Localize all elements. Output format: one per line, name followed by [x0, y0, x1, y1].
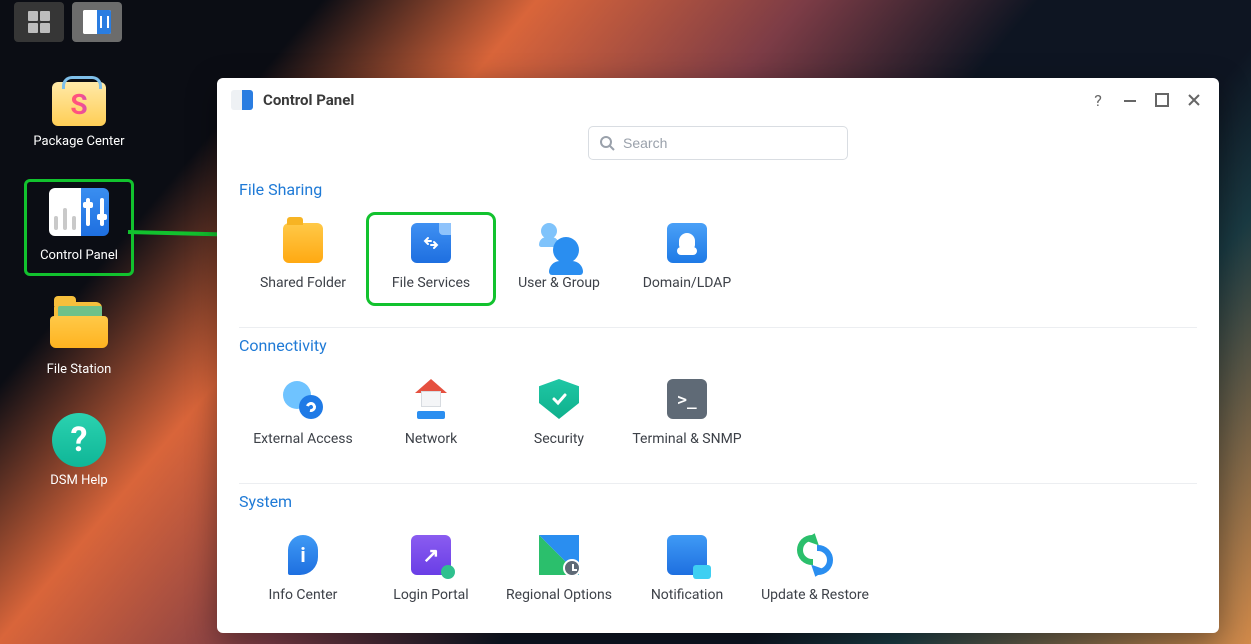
- tile-login-portal[interactable]: Login Portal: [367, 525, 495, 617]
- tile-label: Terminal & SNMP: [632, 431, 741, 447]
- minimize-button[interactable]: [1119, 89, 1141, 111]
- tile-file-services[interactable]: File Services: [367, 213, 495, 305]
- close-button[interactable]: [1183, 89, 1205, 111]
- window-titlebar: Control Panel ?: [217, 78, 1219, 122]
- tile-regional-options[interactable]: Regional Options: [495, 525, 623, 617]
- control-panel-icon: [83, 10, 111, 34]
- taskbar: [14, 2, 122, 42]
- section-heading-system: System: [239, 492, 1197, 511]
- desktop-icon-label: Package Center: [24, 134, 134, 151]
- tile-label: Shared Folder: [260, 275, 346, 291]
- login-portal-icon: [411, 535, 451, 575]
- desktop-icons: S Package Center Control Panel File Stat…: [24, 68, 134, 518]
- security-shield-icon: [539, 379, 579, 419]
- search-input[interactable]: [623, 135, 837, 151]
- section-grid-file-sharing: Shared Folder File Services User & Group…: [239, 201, 1197, 305]
- control-panel-icon: [49, 188, 109, 240]
- tile-label: File Services: [392, 275, 470, 291]
- tile-external-access[interactable]: External Access: [239, 369, 367, 461]
- minimize-icon: [1123, 93, 1137, 107]
- help-button[interactable]: ?: [1087, 89, 1109, 111]
- search-icon: [599, 135, 615, 151]
- user-group-icon: [539, 223, 579, 263]
- package-center-icon: S: [49, 74, 109, 126]
- tile-label: Update & Restore: [761, 587, 869, 603]
- tile-label: External Access: [253, 431, 353, 447]
- desktop: S Package Center Control Panel File Stat…: [0, 0, 1251, 644]
- section-divider: [239, 327, 1197, 328]
- tile-label: Login Portal: [393, 587, 468, 603]
- maximize-button[interactable]: [1151, 89, 1173, 111]
- section-grid-connectivity: External Access Network Security >_ Term…: [239, 357, 1197, 461]
- taskbar-apps-button[interactable]: [14, 2, 64, 42]
- file-station-icon: [49, 302, 109, 354]
- file-services-icon: [411, 223, 451, 263]
- tile-label: Notification: [651, 587, 723, 603]
- tile-label: Domain/LDAP: [643, 275, 732, 291]
- tile-notification[interactable]: Notification: [623, 525, 751, 617]
- tile-user-group[interactable]: User & Group: [495, 213, 623, 305]
- search-bar: [217, 122, 1219, 174]
- taskbar-control-panel-button[interactable]: [72, 2, 122, 42]
- desktop-icon-label: DSM Help: [24, 473, 134, 490]
- update-restore-icon: [795, 535, 835, 575]
- terminal-icon: >_: [667, 379, 707, 419]
- tile-label: Network: [405, 431, 457, 447]
- window-content[interactable]: File Sharing Shared Folder File Services…: [217, 174, 1219, 633]
- domain-ldap-icon: [667, 223, 707, 263]
- info-center-icon: i: [283, 535, 323, 575]
- tile-label: Security: [534, 431, 584, 447]
- close-icon: [1187, 93, 1201, 107]
- network-icon: [411, 379, 451, 419]
- tile-label: User & Group: [518, 275, 600, 291]
- notification-icon: [667, 535, 707, 575]
- tile-domain-ldap[interactable]: Domain/LDAP: [623, 213, 751, 305]
- apps-grid-icon: [28, 11, 50, 33]
- help-icon: ?: [49, 413, 109, 465]
- tile-info-center[interactable]: i Info Center: [239, 525, 367, 617]
- desktop-icon-control-panel[interactable]: Control Panel: [24, 179, 134, 276]
- control-panel-icon: [231, 90, 253, 110]
- desktop-icon-file-station[interactable]: File Station: [24, 296, 134, 387]
- tile-update-restore[interactable]: Update & Restore: [751, 525, 879, 617]
- section-grid-system: i Info Center Login Portal Regional Opti…: [239, 513, 1197, 617]
- control-panel-window: Control Panel ? File Sharing: [217, 78, 1219, 633]
- desktop-icon-dsm-help[interactable]: ? DSM Help: [24, 407, 134, 498]
- section-heading-file-sharing: File Sharing: [239, 180, 1197, 199]
- folder-icon: [283, 223, 323, 263]
- window-title: Control Panel: [263, 91, 354, 109]
- tile-network[interactable]: Network: [367, 369, 495, 461]
- tile-terminal-snmp[interactable]: >_ Terminal & SNMP: [623, 369, 751, 461]
- section-heading-connectivity: Connectivity: [239, 336, 1197, 355]
- maximize-icon: [1155, 93, 1169, 107]
- tile-label: Regional Options: [506, 587, 612, 603]
- desktop-icon-package-center[interactable]: S Package Center: [24, 68, 134, 159]
- regional-options-icon: [539, 535, 579, 575]
- tile-shared-folder[interactable]: Shared Folder: [239, 213, 367, 305]
- search-field[interactable]: [588, 126, 848, 160]
- section-divider: [239, 483, 1197, 484]
- tile-security[interactable]: Security: [495, 369, 623, 461]
- desktop-icon-label: File Station: [24, 362, 134, 379]
- external-access-icon: [283, 379, 323, 419]
- tile-label: Info Center: [269, 587, 338, 603]
- desktop-icon-label: Control Panel: [27, 248, 131, 265]
